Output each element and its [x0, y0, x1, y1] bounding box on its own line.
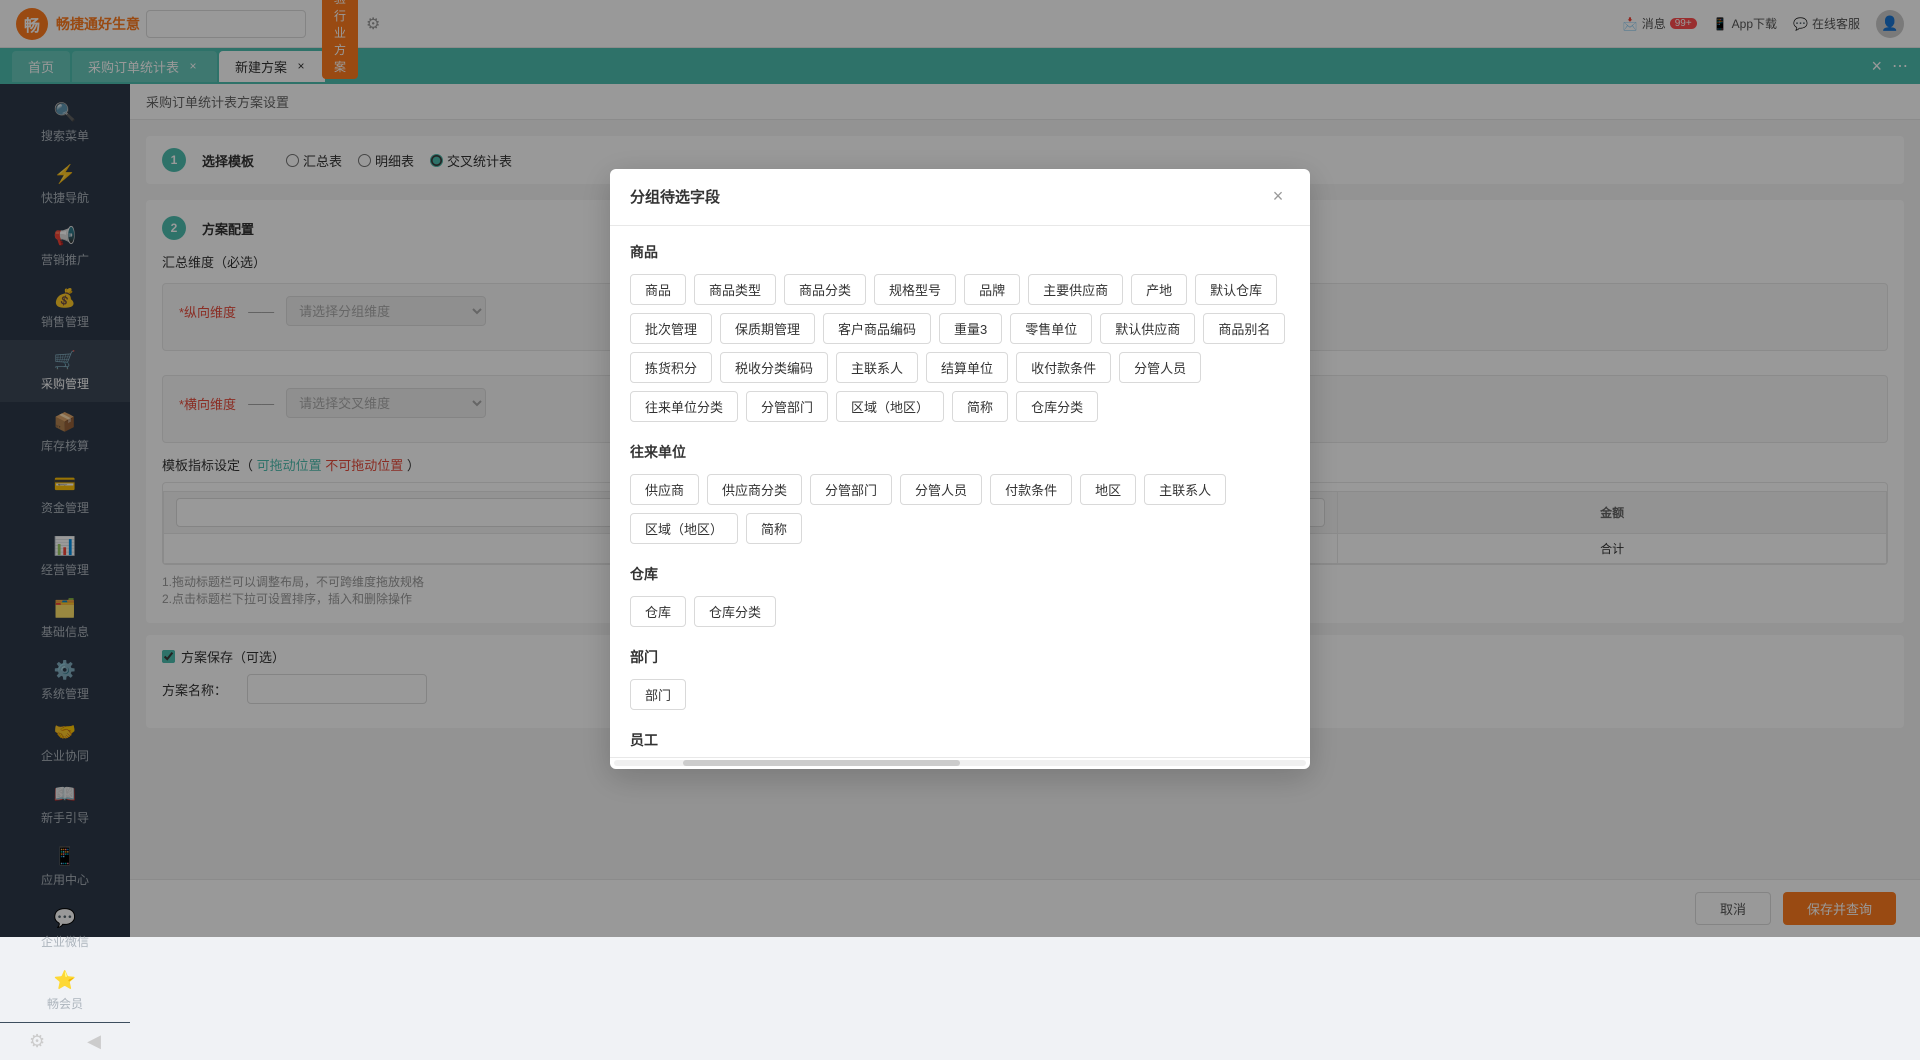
field-tag-warehouse[interactable]: 仓库 — [630, 596, 686, 627]
group-dept-tags: 部门 — [630, 679, 1290, 710]
field-group-counterpart: 往来单位 供应商 供应商分类 分管部门 分管人员 付款条件 地区 主联系人 区域… — [630, 442, 1290, 544]
field-tag-warehouse-cat-goods[interactable]: 仓库分类 — [1016, 391, 1098, 422]
field-tag-counterpart-category[interactable]: 往来单位分类 — [630, 391, 738, 422]
field-tag-region-sup[interactable]: 区域（地区） — [630, 513, 738, 544]
field-tag-supplier-cat[interactable]: 供应商分类 — [707, 474, 802, 505]
modal-close-btn[interactable]: × — [1266, 185, 1290, 209]
field-group-goods: 商品 商品 商品类型 商品分类 规格型号 品牌 主要供应商 产地 默认仓库 批次… — [630, 242, 1290, 422]
field-group-warehouse: 仓库 仓库 仓库分类 — [630, 564, 1290, 627]
field-tag-weight[interactable]: 重量3 — [939, 313, 1002, 344]
sidebar-bottom: ⚙ ◀ — [0, 1022, 130, 1060]
field-tag-abbr-goods[interactable]: 简称 — [952, 391, 1008, 422]
sidebar-item-member-label: 畅会员 — [47, 995, 83, 1012]
field-tag-sup-person[interactable]: 分管人员 — [900, 474, 982, 505]
field-tag-default-warehouse[interactable]: 默认仓库 — [1195, 274, 1277, 305]
field-tag-pick-points[interactable]: 拣货积分 — [630, 352, 712, 383]
group-goods-tags: 商品 商品类型 商品分类 规格型号 品牌 主要供应商 产地 默认仓库 批次管理 … — [630, 274, 1290, 422]
group-counterpart-title: 往来单位 — [630, 442, 1290, 462]
collapse-icon[interactable]: ◀ — [87, 1031, 101, 1052]
field-tag-payment-cond[interactable]: 付款条件 — [990, 474, 1072, 505]
field-tag-abbr-sup[interactable]: 简称 — [746, 513, 802, 544]
field-tag-main-contact[interactable]: 主联系人 — [836, 352, 918, 383]
modal-backdrop: 分组待选字段 × 商品 商品 商品类型 商品分类 规格型号 品牌 主要供应商 产… — [0, 0, 1920, 937]
field-tag-department[interactable]: 部门 — [630, 679, 686, 710]
modal-header: 分组待选字段 × — [610, 169, 1310, 226]
field-tag-brand[interactable]: 品牌 — [964, 274, 1020, 305]
field-tag-retail-unit[interactable]: 零售单位 — [1010, 313, 1092, 344]
group-counterpart-tags: 供应商 供应商分类 分管部门 分管人员 付款条件 地区 主联系人 区域（地区） … — [630, 474, 1290, 544]
field-tag-supplier[interactable]: 供应商 — [630, 474, 699, 505]
group-goods-title: 商品 — [630, 242, 1290, 262]
hscroll-thumb[interactable] — [683, 760, 960, 766]
field-tag-area[interactable]: 地区 — [1080, 474, 1136, 505]
field-tag-goods-category[interactable]: 商品分类 — [784, 274, 866, 305]
group-dept-title: 部门 — [630, 647, 1290, 667]
field-tag-payment-terms[interactable]: 收付款条件 — [1016, 352, 1111, 383]
field-tag-customer-code[interactable]: 客户商品编码 — [823, 313, 931, 344]
modal-hscroll — [610, 757, 1310, 769]
field-tag-origin[interactable]: 产地 — [1131, 274, 1187, 305]
member-icon: ⭐ — [54, 970, 76, 991]
field-tag-goods[interactable]: 商品 — [630, 274, 686, 305]
field-tag-expiry[interactable]: 保质期管理 — [720, 313, 815, 344]
field-tag-warehouse-cat[interactable]: 仓库分类 — [694, 596, 776, 627]
settings-bottom-icon[interactable]: ⚙ — [29, 1031, 45, 1052]
group-staff-title: 员工 — [630, 730, 1290, 750]
field-tag-dept[interactable]: 分管部门 — [746, 391, 828, 422]
sidebar-item-member[interactable]: ⭐ 畅会员 — [0, 960, 130, 1022]
field-group-dept: 部门 部门 — [630, 647, 1290, 710]
group-warehouse-title: 仓库 — [630, 564, 1290, 584]
field-tag-batch[interactable]: 批次管理 — [630, 313, 712, 344]
field-tag-sup-dept[interactable]: 分管部门 — [810, 474, 892, 505]
hscroll-track — [614, 760, 1306, 766]
field-tag-settlement-unit[interactable]: 结算单位 — [926, 352, 1008, 383]
field-group-staff: 员工 业务员 — [630, 730, 1290, 757]
modal-title: 分组待选字段 — [630, 186, 720, 207]
group-warehouse-tags: 仓库 仓库分类 — [630, 596, 1290, 627]
field-tag-supervisor[interactable]: 分管人员 — [1119, 352, 1201, 383]
field-tag-main-supplier[interactable]: 主要供应商 — [1028, 274, 1123, 305]
field-tag-region-goods[interactable]: 区域（地区） — [836, 391, 944, 422]
field-tag-default-supplier[interactable]: 默认供应商 — [1100, 313, 1195, 344]
field-tag-goods-alias[interactable]: 商品别名 — [1203, 313, 1285, 344]
field-selection-modal: 分组待选字段 × 商品 商品 商品类型 商品分类 规格型号 品牌 主要供应商 产… — [610, 169, 1310, 769]
field-tag-spec-model[interactable]: 规格型号 — [874, 274, 956, 305]
modal-body: 商品 商品 商品类型 商品分类 规格型号 品牌 主要供应商 产地 默认仓库 批次… — [610, 226, 1310, 757]
field-tag-goods-type[interactable]: 商品类型 — [694, 274, 776, 305]
field-tag-sup-contact[interactable]: 主联系人 — [1144, 474, 1226, 505]
field-tag-tax-code[interactable]: 税收分类编码 — [720, 352, 828, 383]
